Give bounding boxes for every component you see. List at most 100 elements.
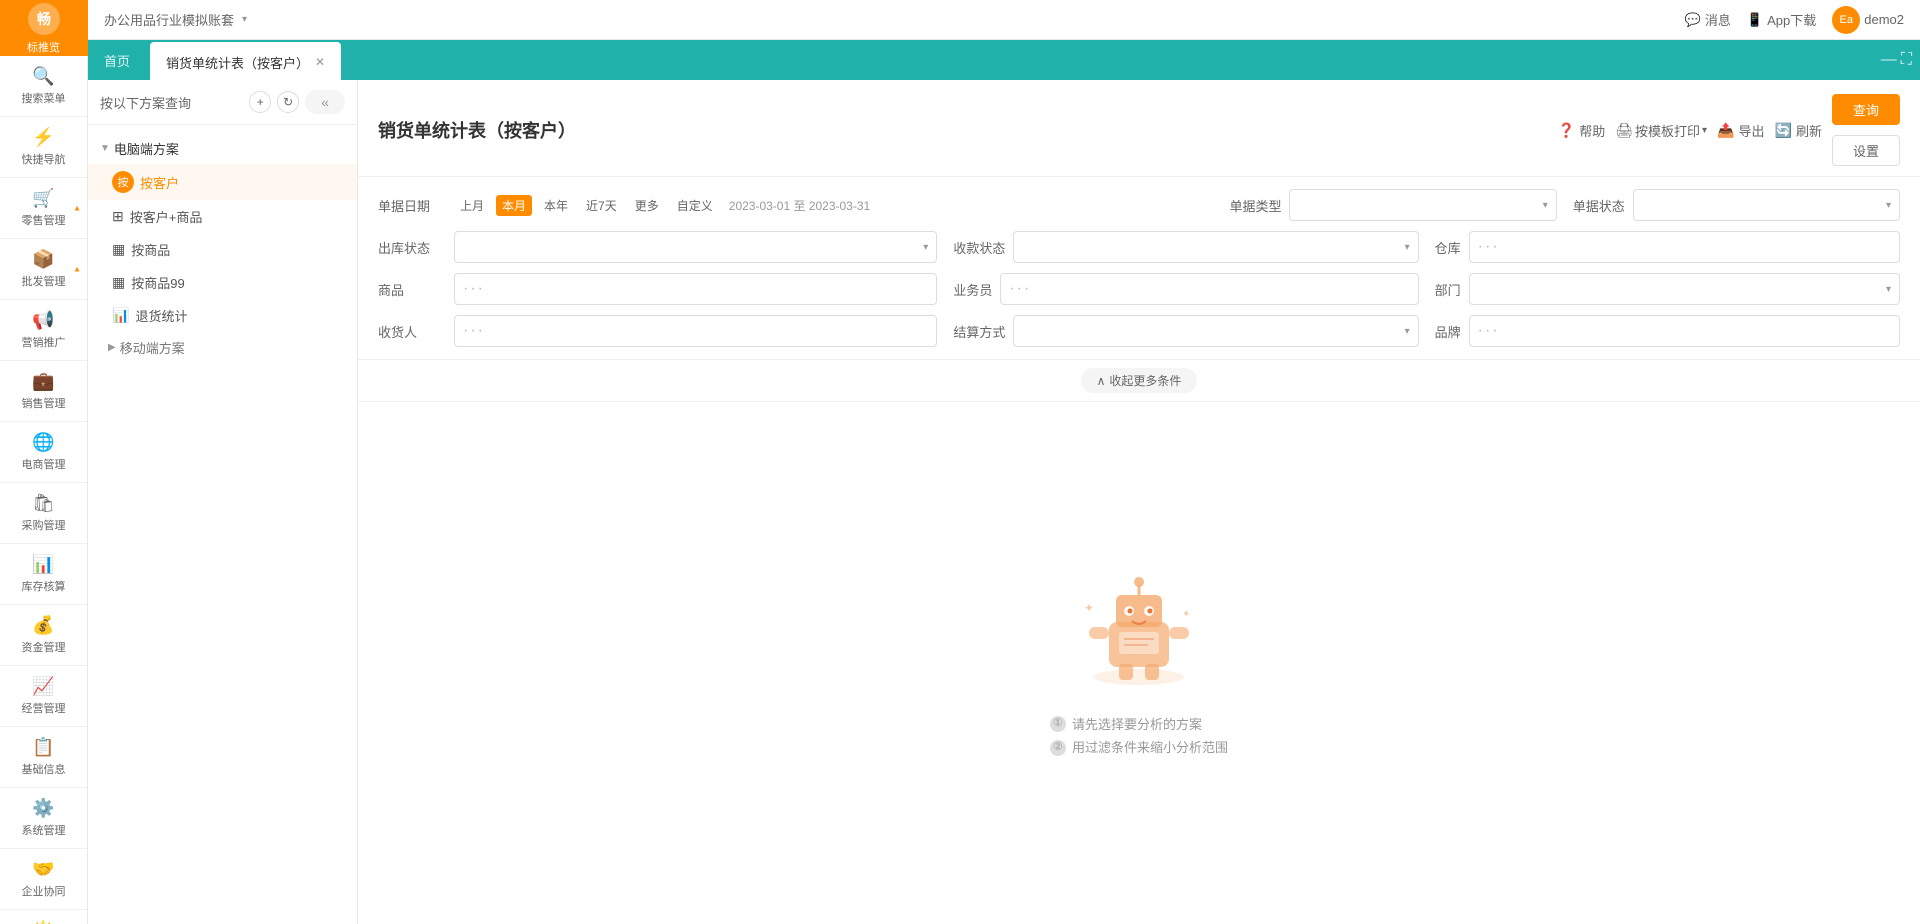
scheme-by-customer[interactable]: 按 按客户	[88, 164, 357, 200]
tab-maximize-button[interactable]: ⛶	[1901, 51, 1912, 69]
sidebar-item-search[interactable]: 🔍 搜索菜单	[0, 56, 87, 117]
group-expand-arrow: ▼	[100, 143, 110, 154]
collapse-label: 收起更多条件	[1109, 372, 1181, 389]
tab-sales-stats[interactable]: 销货单统计表（按客户） ✕	[150, 42, 341, 82]
filter-row-date: 单据日期 上月 本月 本年 近7天 更多 自定义 2023-03-01 至 20…	[378, 189, 1900, 221]
right-panel: 销货单统计表（按客户） ❓ 帮助 🖨 按模板打印 ▾ 📤 导出	[358, 80, 1920, 924]
goods-select[interactable]: ···	[454, 273, 937, 305]
refresh-button[interactable]: 🔄 刷新	[1775, 121, 1822, 140]
grid-icon: ⊞	[112, 208, 124, 225]
sidebar-item-retail[interactable]: 🛒 零售管理	[0, 178, 87, 239]
sidebar-item-ecommerce[interactable]: 🌐 电商管理	[0, 422, 87, 483]
export-button[interactable]: 📤 导出	[1717, 121, 1764, 140]
doc-status-label: 单据状态	[1573, 196, 1625, 215]
mobile-group-header[interactable]: ▶ 移动端方案	[88, 332, 357, 363]
chevron-left-icon: «	[321, 94, 329, 110]
step1-text: 请先选择要分析的方案	[1072, 713, 1202, 736]
date-shortcuts: 上月 本月 本年 近7天 更多 自定义 2023-03-01 至 2023-03…	[454, 195, 870, 216]
export-label: 导出	[1739, 121, 1765, 140]
out-status-select[interactable]: ▾	[454, 231, 937, 263]
date-shortcut-this-month[interactable]: 本月	[496, 195, 532, 216]
sidebar: 畅 标推览 🔍 搜索菜单 ⚡ 快捷导航 🛒 零售管理 📦 批发管理 📢 营销推广…	[0, 0, 88, 924]
settings-button[interactable]: 设置	[1832, 135, 1900, 166]
sidebar-item-basic-info[interactable]: 📋 基础信息	[0, 727, 87, 788]
left-panel-title: 按以下方案查询	[100, 93, 191, 112]
print-dropdown-arrow: ▾	[1702, 125, 1707, 136]
settlement-col: 结算方式 ▾	[953, 315, 1418, 347]
goods-label: 商品	[378, 280, 438, 299]
date-shortcut-7days[interactable]: 近7天	[580, 195, 623, 216]
active-indicator: 按	[112, 171, 134, 193]
desktop-group-header[interactable]: ▼ 电脑端方案	[88, 133, 357, 164]
collapse-more-button[interactable]: ∧ 收起更多条件	[1081, 368, 1198, 393]
scheme-customer-goods-label: 按客户+商品	[130, 207, 203, 226]
sidebar-item-system[interactable]: ⚙️ 系统管理	[0, 788, 87, 849]
mobile-group-label: 移动端方案	[120, 338, 185, 357]
sidebar-item-inventory[interactable]: 📊 库存核算	[0, 544, 87, 605]
salesperson-select[interactable]: ···	[1000, 273, 1418, 305]
department-label: 部门	[1435, 280, 1461, 299]
app-download-button[interactable]: 📱 App下载	[1747, 10, 1816, 29]
scheme-by-goods[interactable]: ▦ 按商品	[88, 233, 357, 266]
scheme-return-stats[interactable]: 📊 退货统计	[88, 299, 357, 332]
sidebar-item-finance[interactable]: 💰 资金管理	[0, 605, 87, 666]
sidebar-item-enterprise[interactable]: 🤝 企业协同	[0, 849, 87, 910]
refresh-icon: ↻	[283, 95, 293, 109]
department-col: 部门 ▾	[1435, 273, 1900, 305]
brand-select[interactable]: ···	[1469, 315, 1900, 347]
print-button[interactable]: 🖨 按模板打印 ▾	[1615, 121, 1707, 140]
tab-close-button[interactable]: ✕	[315, 55, 325, 69]
filter-area: 单据日期 上月 本月 本年 近7天 更多 自定义 2023-03-01 至 20…	[358, 177, 1920, 360]
step2-text: 用过滤条件来缩小分析范围	[1072, 736, 1228, 759]
logo-icon: 畅	[26, 1, 62, 37]
filter-row-status: 出库状态 ▾ 收款状态 ▾ 仓库	[378, 231, 1900, 263]
settlement-arrow: ▾	[1405, 326, 1410, 337]
svg-text:畅: 畅	[37, 11, 51, 27]
warehouse-select[interactable]: ···	[1469, 231, 1900, 263]
msg-button[interactable]: 💬 消息	[1685, 10, 1731, 29]
sidebar-item-purchase[interactable]: 🛍 采购管理	[0, 483, 87, 544]
user-menu[interactable]: Ea demo2	[1832, 6, 1904, 34]
top-header: 办公用品行业模拟账套 ▾ 💬 消息 📱 App下载 Ea demo2	[88, 0, 1920, 40]
warehouse-dots: ···	[1478, 238, 1500, 256]
sidebar-item-newbie[interactable]: 🌟 新手引导	[0, 910, 87, 924]
payment-status-select[interactable]: ▾	[1013, 231, 1418, 263]
query-button[interactable]: 查询	[1832, 94, 1900, 125]
out-status-label: 出库状态	[378, 238, 438, 257]
sidebar-item-marketing[interactable]: 📢 营销推广	[0, 300, 87, 361]
doc-status-select[interactable]: ▾	[1633, 189, 1900, 221]
tab-home[interactable]: 首页	[88, 40, 146, 80]
date-shortcut-custom[interactable]: 自定义	[671, 195, 719, 216]
scheme-customer-goods[interactable]: ⊞ 按客户+商品	[88, 200, 357, 233]
app-logo[interactable]: 畅 标推览	[0, 0, 88, 56]
refresh-scheme-button[interactable]: ↻	[277, 91, 299, 113]
doc-type-select[interactable]: ▾	[1289, 189, 1556, 221]
settlement-select[interactable]: ▾	[1013, 315, 1418, 347]
scheme-by-goods-99-label: 按商品99	[131, 273, 184, 292]
date-label: 单据日期	[378, 196, 438, 215]
date-shortcut-this-year[interactable]: 本年	[538, 195, 574, 216]
help-button[interactable]: ❓ 帮助	[1558, 121, 1605, 140]
department-select[interactable]: ▾	[1469, 273, 1900, 305]
collapse-panel-button[interactable]: «	[305, 90, 345, 114]
sidebar-item-wholesale[interactable]: 📦 批发管理	[0, 239, 87, 300]
tab-minimize-button[interactable]: —	[1881, 51, 1897, 69]
sidebar-item-quick-nav[interactable]: ⚡ 快捷导航	[0, 117, 87, 178]
empty-illustration: ✦ ✦	[1074, 567, 1204, 697]
chevron-up-icon: ∧	[1097, 374, 1106, 388]
operations-icon: 📈	[32, 676, 54, 697]
scheme-by-goods-99[interactable]: ▦ 按商品99	[88, 266, 357, 299]
sidebar-item-operations[interactable]: 📈 经营管理	[0, 666, 87, 727]
print-icon: 🖨	[1615, 122, 1633, 139]
consignee-select[interactable]: ···	[454, 315, 937, 347]
doc-type-arrow: ▾	[1543, 200, 1548, 211]
add-scheme-button[interactable]: +	[249, 91, 271, 113]
date-shortcut-last-month[interactable]: 上月	[454, 195, 490, 216]
sidebar-item-sales[interactable]: 💼 销售管理	[0, 361, 87, 422]
left-panel-header: 按以下方案查询 + ↻ «	[88, 80, 357, 125]
salesperson-label: 业务员	[953, 280, 992, 299]
refresh-label: 刷新	[1796, 121, 1822, 140]
empty-instructions: ① 请先选择要分析的方案 ② 用过滤条件来缩小分析范围	[1050, 713, 1228, 760]
date-shortcut-more[interactable]: 更多	[629, 195, 665, 216]
app-title-dropdown-arrow[interactable]: ▾	[242, 14, 247, 25]
